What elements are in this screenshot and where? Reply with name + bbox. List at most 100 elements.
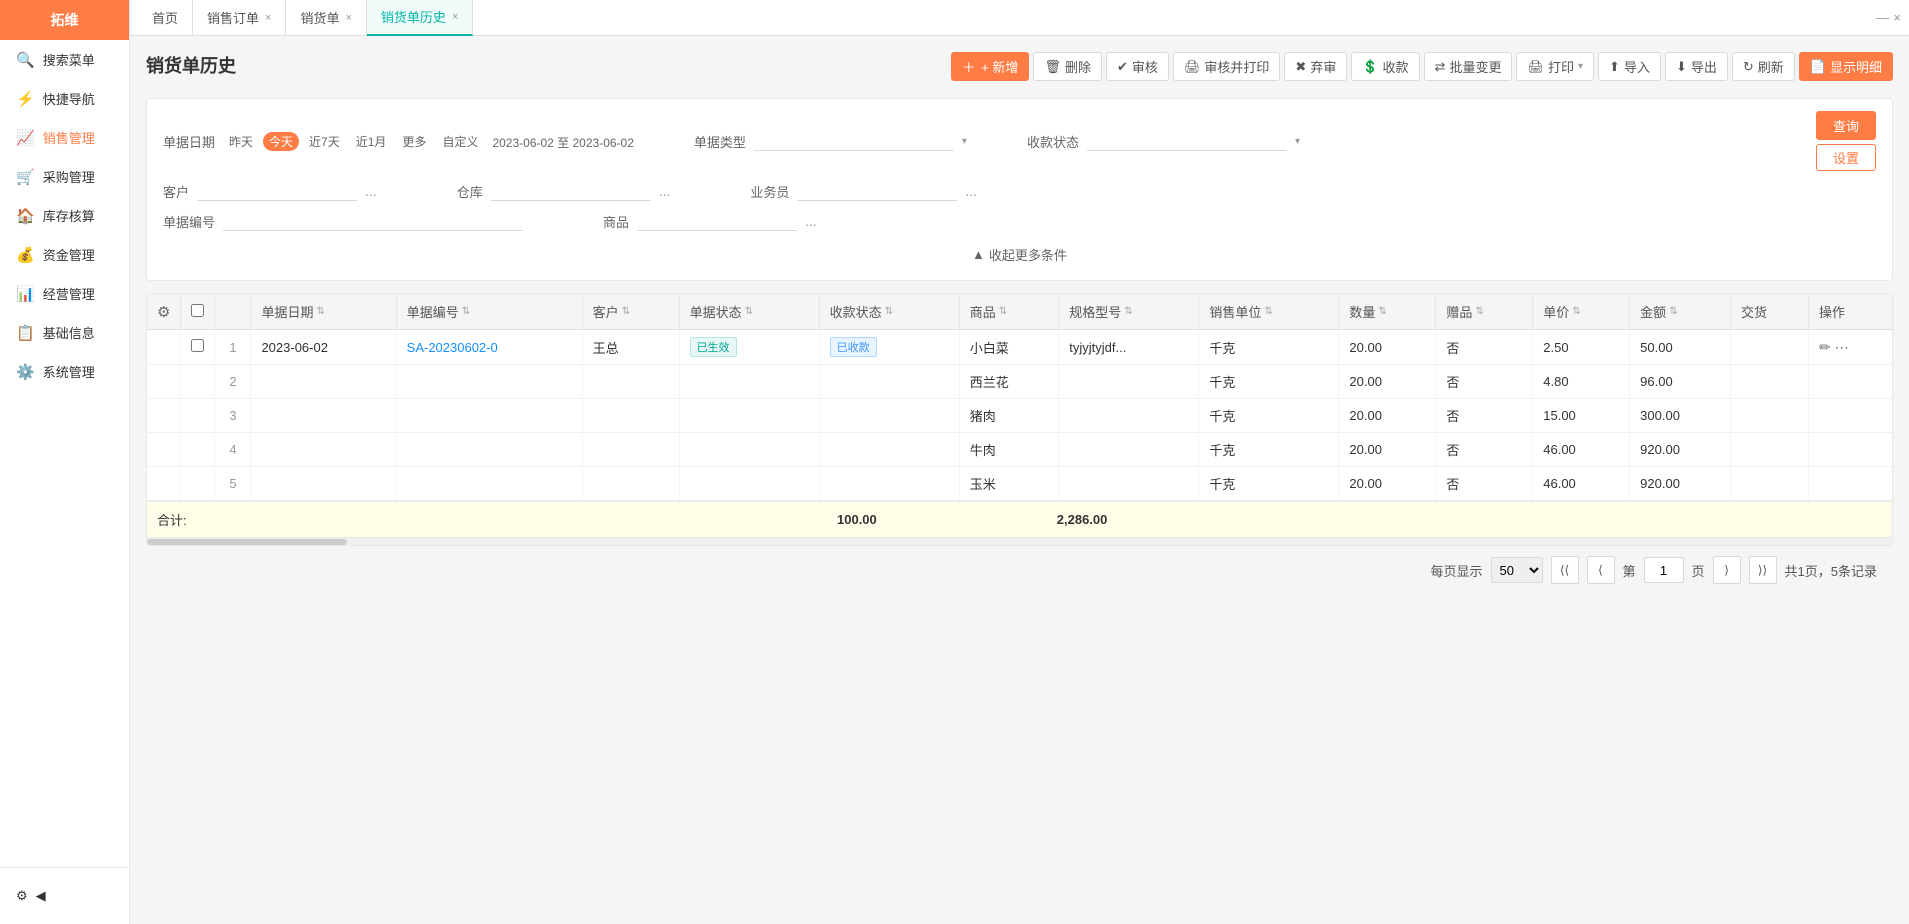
delete-button[interactable]: 🗑 删除 xyxy=(1033,52,1102,81)
date-tag-1month[interactable]: 近1月 xyxy=(350,132,393,151)
payment-dropdown-arrow[interactable]: ▾ xyxy=(1295,136,1300,147)
export-button[interactable]: ⬇ 导出 xyxy=(1665,52,1728,81)
first-page-btn[interactable]: ⟨⟨ xyxy=(1551,556,1579,584)
sales-rep-filter-input[interactable] xyxy=(797,181,957,201)
table-orderno-col[interactable]: 单据编号 ⇅ xyxy=(396,294,582,330)
row3-action xyxy=(1809,399,1892,433)
audit-print-button[interactable]: 🖨 审核并打印 xyxy=(1173,52,1281,81)
audit-button[interactable]: ✔ 审核 xyxy=(1106,52,1169,81)
per-page-select[interactable]: 50 20 100 xyxy=(1491,557,1543,583)
scrollbar-thumb[interactable] xyxy=(147,539,347,545)
date-tag-yesterday[interactable]: 昨天 xyxy=(223,132,259,151)
warehouse-picker-btn[interactable]: ... xyxy=(659,183,671,199)
search-button[interactable]: 查询 xyxy=(1816,111,1876,140)
goods-filter-input[interactable] xyxy=(637,211,797,231)
sidebar-item-inventory[interactable]: 🏠 库存核算 xyxy=(0,196,129,235)
sidebar-item-search-menu[interactable]: 🔍 搜索菜单 xyxy=(0,40,129,79)
last-page-btn[interactable]: ⟩⟩ xyxy=(1749,556,1777,584)
warehouse-filter-input[interactable] xyxy=(491,181,651,201)
next-page-btn[interactable]: ⟩ xyxy=(1713,556,1741,584)
sidebar-item-purchase-mgmt[interactable]: 🛒 采购管理 xyxy=(0,157,129,196)
data-table: ⚙ 单据日期 ⇅ 单据编号 xyxy=(147,294,1892,501)
select-all-checkbox[interactable] xyxy=(191,304,204,317)
order-no-filter-input[interactable] xyxy=(223,211,523,231)
table-unit-col[interactable]: 销售单位 ⇅ xyxy=(1199,294,1339,330)
qty-sort-icon[interactable]: ⇅ xyxy=(1378,306,1386,317)
date-sort-icon[interactable]: ⇅ xyxy=(316,306,324,317)
sidebar-item-system[interactable]: ⚙️ 系统管理 xyxy=(0,352,129,391)
sales-rep-picker-btn[interactable]: ... xyxy=(965,183,977,199)
customer-filter-input[interactable] xyxy=(197,181,357,201)
tab-sales-delivery[interactable]: 销货单 × xyxy=(286,0,366,36)
payment-filter: 收款状态 ▾ xyxy=(1027,131,1300,151)
unit-sort-icon[interactable]: ⇅ xyxy=(1264,306,1272,317)
table-payment-col[interactable]: 收款状态 ⇅ xyxy=(819,294,959,330)
row2-amount: 96.00 xyxy=(1630,365,1731,399)
amount-sort-icon[interactable]: ⇅ xyxy=(1669,306,1677,317)
horizontal-scrollbar[interactable] xyxy=(147,537,1892,545)
row1-edit-icon[interactable]: ✏ xyxy=(1819,339,1831,356)
type-dropdown-arrow[interactable]: ▾ xyxy=(962,136,967,147)
window-minimize-btn[interactable]: — xyxy=(1876,10,1889,25)
table-spec-col[interactable]: 规格型号 ⇅ xyxy=(1059,294,1199,330)
customer-filter-label: 客户 xyxy=(163,182,189,201)
order-no-filter-label: 单据编号 xyxy=(163,212,215,231)
date-tag-more[interactable]: 更多 xyxy=(396,132,432,151)
status-sort-icon[interactable]: ⇅ xyxy=(745,306,753,317)
tab-sales-order-close[interactable]: × xyxy=(265,12,271,24)
date-tag-7days[interactable]: 近7天 xyxy=(303,132,346,151)
abandon-button[interactable]: ✖ 弃审 xyxy=(1284,52,1347,81)
new-button[interactable]: ＋ + 新增 xyxy=(951,52,1029,81)
row1-orderno[interactable]: SA-20230602-0 xyxy=(396,330,582,365)
date-tag-today[interactable]: 今天 xyxy=(263,132,299,151)
tab-sales-delivery-history-close[interactable]: × xyxy=(452,11,458,23)
sidebar-bottom-settings[interactable]: ⚙ ◀ xyxy=(0,878,129,914)
tab-sales-order[interactable]: 销售订单 × xyxy=(193,0,286,36)
collect-button[interactable]: 💲 收款 xyxy=(1351,52,1419,81)
batch-change-button[interactable]: ⇄ 批量变更 xyxy=(1424,52,1513,81)
row1-more-icon[interactable]: ⋯ xyxy=(1835,339,1849,356)
table-date-col[interactable]: 单据日期 ⇅ xyxy=(251,294,396,330)
prev-page-btn[interactable]: ⟨ xyxy=(1587,556,1615,584)
table-status-col[interactable]: 单据状态 ⇅ xyxy=(679,294,819,330)
row1-spec: tyjyjtyjdf... xyxy=(1059,330,1199,365)
import-button[interactable]: ⬆ 导入 xyxy=(1598,52,1661,81)
tab-home[interactable]: 首页 xyxy=(138,0,193,36)
table-goods-col[interactable]: 商品 ⇅ xyxy=(959,294,1059,330)
payment-sort-icon[interactable]: ⇅ xyxy=(885,306,893,317)
price-sort-icon[interactable]: ⇅ xyxy=(1572,306,1580,317)
collapse-btn[interactable]: ▲ 收起更多条件 xyxy=(972,241,1067,268)
table-amount-col[interactable]: 金额 ⇅ xyxy=(1630,294,1731,330)
sidebar-item-basic-info[interactable]: 📋 基础信息 xyxy=(0,313,129,352)
spec-sort-icon[interactable]: ⇅ xyxy=(1124,306,1132,317)
sidebar-item-quick-nav[interactable]: ⚡ 快捷导航 xyxy=(0,79,129,118)
table-price-col[interactable]: 单价 ⇅ xyxy=(1533,294,1630,330)
table-qty-col[interactable]: 数量 ⇅ xyxy=(1339,294,1436,330)
print-button[interactable]: 🖨 打印 ▾ xyxy=(1516,52,1594,81)
date-tag-custom[interactable]: 自定义 xyxy=(436,132,484,151)
row1-checkbox[interactable] xyxy=(191,339,204,352)
customer-sort-icon[interactable]: ⇅ xyxy=(622,306,630,317)
sidebar-item-finance[interactable]: 💰 资金管理 xyxy=(0,235,129,274)
goods-filter: 商品 ... xyxy=(603,211,817,231)
tab-sales-delivery-close[interactable]: × xyxy=(345,12,351,24)
table-customer-col[interactable]: 客户 ⇅ xyxy=(582,294,679,330)
sidebar-item-sales-mgmt[interactable]: 📈 销售管理 xyxy=(0,118,129,157)
row1-orderno-link[interactable]: SA-20230602-0 xyxy=(407,340,498,355)
type-filter-input[interactable] xyxy=(754,131,954,151)
customer-picker-btn[interactable]: ... xyxy=(365,183,377,199)
settings-filter-button[interactable]: 设置 xyxy=(1816,144,1876,171)
goods-picker-btn[interactable]: ... xyxy=(805,213,817,229)
show-detail-button[interactable]: 📄 显示明细 xyxy=(1799,52,1893,81)
page-number-input[interactable] xyxy=(1644,557,1684,583)
table-gift-col[interactable]: 赠品 ⇅ xyxy=(1436,294,1533,330)
payment-filter-input[interactable] xyxy=(1087,131,1287,151)
sidebar-item-operation[interactable]: 📊 经营管理 xyxy=(0,274,129,313)
tab-sales-delivery-history[interactable]: 销货单历史 × xyxy=(367,0,473,36)
gift-sort-icon[interactable]: ⇅ xyxy=(1475,306,1483,317)
window-close-btn[interactable]: × xyxy=(1893,10,1901,25)
orderno-sort-icon[interactable]: ⇅ xyxy=(462,306,470,317)
table-settings-col[interactable]: ⚙ xyxy=(147,294,181,330)
goods-sort-icon[interactable]: ⇅ xyxy=(999,306,1007,317)
refresh-button[interactable]: ↻ 刷新 xyxy=(1732,52,1795,81)
